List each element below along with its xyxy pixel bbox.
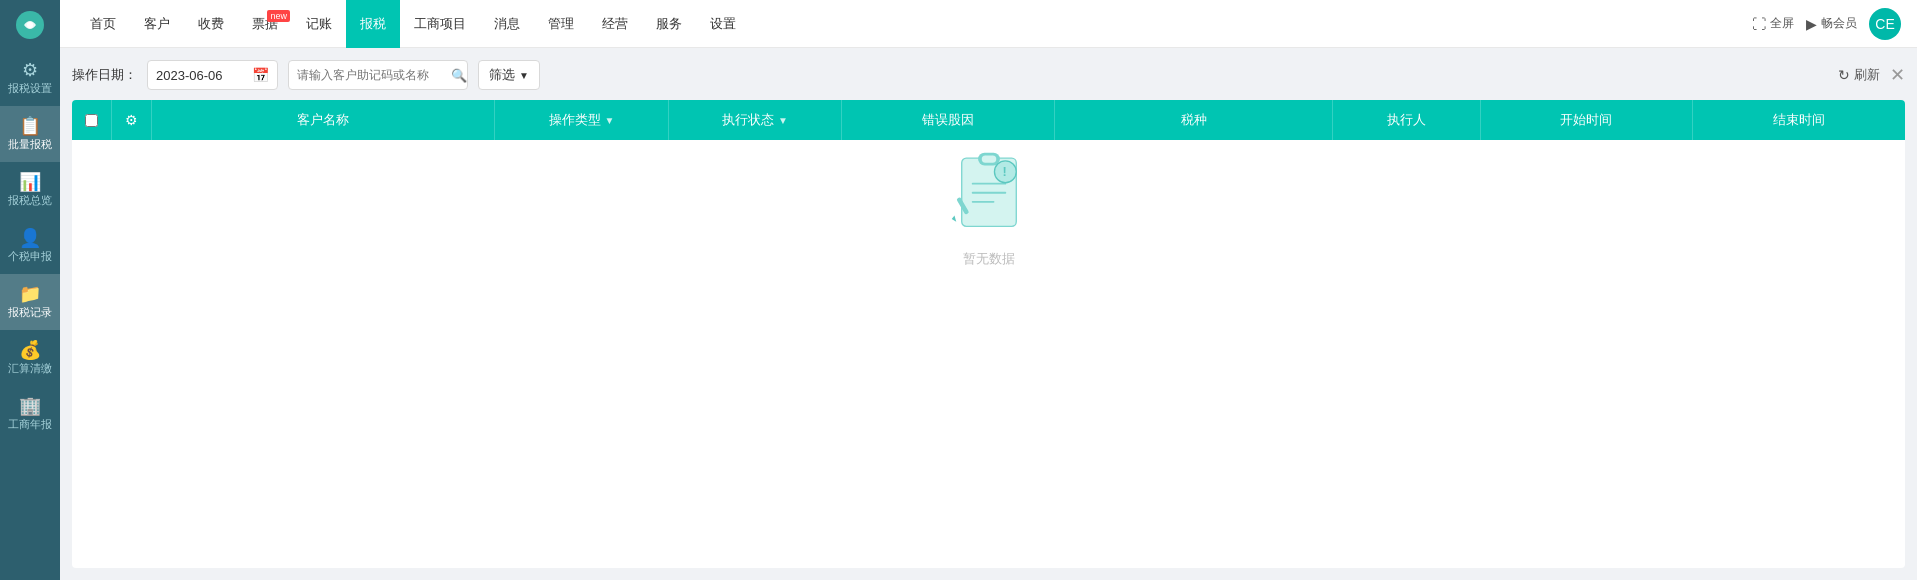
gear-icon: ⚙ [125, 112, 138, 128]
table-scroll-area: ! 暂无数据 [72, 140, 1905, 568]
person-tax-icon: 👤 [19, 229, 41, 247]
date-label: 操作日期： [72, 66, 137, 84]
select-all-checkbox[interactable] [85, 114, 98, 127]
nav-item-shezhi[interactable]: 设置 [696, 0, 750, 48]
nav-item-xiaoxi[interactable]: 消息 [480, 0, 534, 48]
nav-item-gongshang[interactable]: 工商项目 [400, 0, 480, 48]
overview-icon: 📊 [19, 173, 41, 191]
th-end-time: 结束时间 [1693, 100, 1905, 140]
main-area: 首页 客户 收费 票据 new 记账 报税 工商项目 消息 [60, 0, 1917, 580]
svg-text:!: ! [1002, 164, 1006, 179]
search-wrap: 🔍 [288, 60, 468, 90]
sidebar-item-label: 报税总览 [8, 194, 52, 207]
search-icon[interactable]: 🔍 [451, 68, 467, 83]
th-exec-status[interactable]: 执行状态 ▼ [669, 100, 843, 140]
filter-button[interactable]: 筛选 ▼ [478, 60, 540, 90]
nav-items: 首页 客户 收费 票据 new 记账 报税 工商项目 消息 [76, 0, 1752, 48]
nav-item-jizhang[interactable]: 记账 [292, 0, 346, 48]
sort-icon: ▼ [605, 115, 615, 126]
settings-icon: ⚙ [22, 61, 38, 79]
nav-item-customer[interactable]: 客户 [130, 0, 184, 48]
th-gear[interactable]: ⚙ [112, 100, 152, 140]
date-input[interactable] [156, 68, 246, 83]
th-error-reason: 错误股因 [842, 100, 1055, 140]
nav-item-guanli[interactable]: 管理 [534, 0, 588, 48]
sidebar-item-label: 报税设置 [8, 82, 52, 95]
table-container: ⚙ 客户名称 操作类型 ▼ 执行状态 ▼ 错误股因 税种 [72, 100, 1905, 568]
table-body: ! 暂无数据 [72, 140, 1905, 268]
refresh-button[interactable]: ↻ 刷新 [1838, 66, 1880, 84]
sidebar: ⚙ 报税设置 📋 批量报税 📊 报税总览 👤 个税申报 📁 报税记录 💰 汇算清… [0, 0, 60, 580]
sidebar-item-baoshuishezhi[interactable]: ⚙ 报税设置 [0, 50, 60, 106]
th-checkbox[interactable] [72, 100, 112, 140]
batch-tax-icon: 📋 [19, 117, 41, 135]
nav-item-jingying[interactable]: 经营 [588, 0, 642, 48]
calendar-icon: 📅 [252, 67, 269, 83]
nav-item-piaoju[interactable]: 票据 new [238, 0, 292, 48]
th-op-type[interactable]: 操作类型 ▼ [495, 100, 669, 140]
sidebar-item-huisuanshangjiao[interactable]: 💰 汇算清缴 [0, 330, 60, 386]
toolbar-right: ↻ 刷新 ✕ [1838, 66, 1905, 84]
avatar[interactable]: CE [1869, 8, 1901, 40]
svg-marker-11 [951, 215, 956, 221]
sidebar-logo [0, 0, 60, 50]
sidebar-item-label: 汇算清缴 [8, 362, 52, 375]
member-button[interactable]: ▶ 畅会员 [1806, 15, 1857, 32]
sort-icon: ▼ [778, 115, 788, 126]
refresh-icon: ↻ [1838, 67, 1850, 83]
sidebar-item-label: 批量报税 [8, 138, 52, 151]
sidebar-item-baoshuijilu[interactable]: 📁 报税记录 [0, 274, 60, 330]
th-start-time: 开始时间 [1481, 100, 1694, 140]
fullscreen-button[interactable]: ⛶ 全屏 [1752, 15, 1794, 32]
sidebar-item-piliangbaoshui[interactable]: 📋 批量报税 [0, 106, 60, 162]
search-input[interactable] [297, 68, 447, 82]
nav-item-shoufei[interactable]: 收费 [184, 0, 238, 48]
date-input-wrap[interactable]: 📅 [147, 60, 278, 90]
sidebar-item-baoshuizonglan[interactable]: 📊 报税总览 [0, 162, 60, 218]
nav-right: ⛶ 全屏 ▶ 畅会员 CE [1752, 8, 1901, 40]
th-tax-type: 税种 [1055, 100, 1333, 140]
chevron-down-icon: ▼ [519, 70, 529, 81]
close-button[interactable]: ✕ [1890, 66, 1905, 84]
sidebar-item-label: 工商年报 [8, 418, 52, 431]
nav-item-fuwu[interactable]: 服务 [642, 0, 696, 48]
sidebar-item-label: 个税申报 [8, 250, 52, 263]
svg-point-1 [27, 22, 33, 28]
empty-illustration: ! [939, 140, 1039, 240]
toolbar: 操作日期： 📅 🔍 筛选 ▼ ↻ 刷新 ✕ [72, 60, 1905, 90]
topnav: 首页 客户 收费 票据 new 记账 报税 工商项目 消息 [60, 0, 1917, 48]
company-annual-icon: 🏢 [19, 397, 41, 415]
table-header: ⚙ 客户名称 操作类型 ▼ 执行状态 ▼ 错误股因 税种 [72, 100, 1905, 140]
th-executor: 执行人 [1333, 100, 1480, 140]
sidebar-item-gongshangnianba[interactable]: 🏢 工商年报 [0, 386, 60, 442]
content: 操作日期： 📅 🔍 筛选 ▼ ↻ 刷新 ✕ [60, 48, 1917, 580]
sidebar-item-geshuishenbao[interactable]: 👤 个税申报 [0, 218, 60, 274]
new-badge: new [267, 10, 290, 23]
th-customer-name: 客户名称 [152, 100, 495, 140]
nav-item-baoshui[interactable]: 报税 [346, 0, 400, 48]
empty-text: 暂无数据 [963, 250, 1015, 268]
nav-item-home[interactable]: 首页 [76, 0, 130, 48]
svg-rect-4 [981, 155, 996, 162]
fullscreen-icon: ⛶ [1752, 16, 1766, 32]
sidebar-item-label: 报税记录 [8, 306, 52, 319]
video-icon: ▶ [1806, 16, 1817, 32]
settlement-icon: 💰 [19, 341, 41, 359]
record-icon: 📁 [19, 285, 41, 303]
